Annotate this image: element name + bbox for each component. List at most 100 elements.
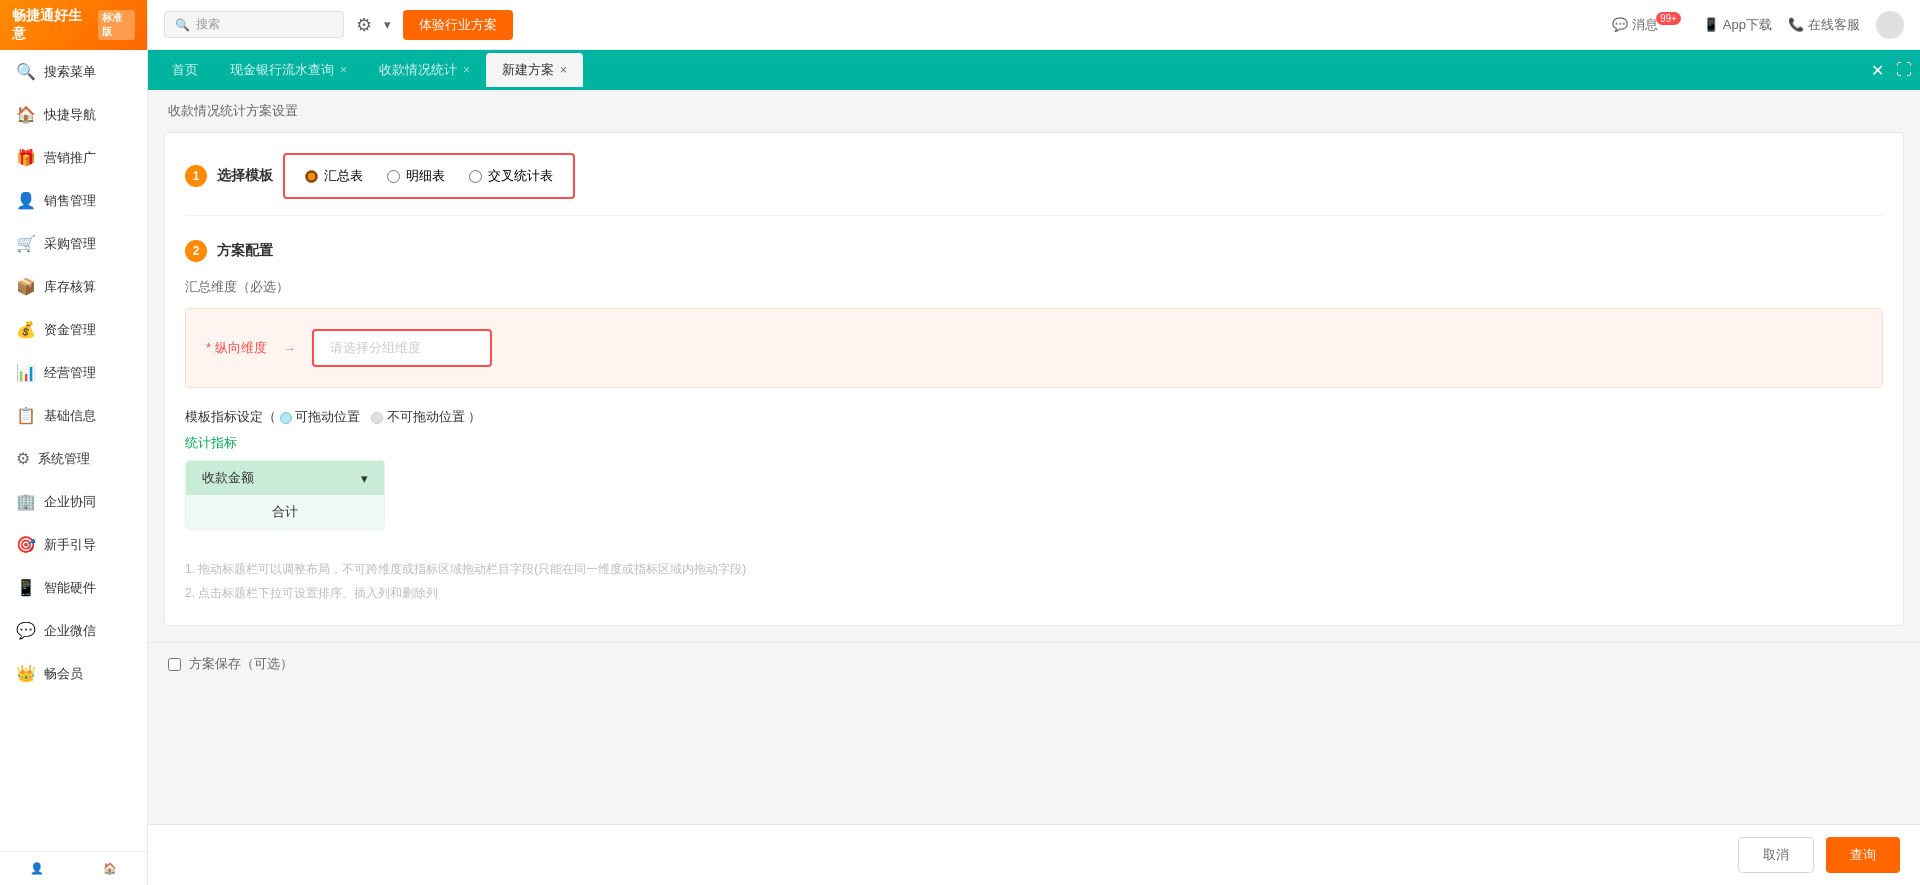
- dimension-row: * 纵向维度 → 请选择分组维度: [206, 329, 1862, 367]
- tab-bank-flow-label: 现金银行流水查询: [230, 61, 334, 79]
- section2-header: 2 方案配置: [185, 240, 1883, 262]
- tab-new-plan-label: 新建方案: [502, 61, 554, 79]
- save-label: 方案保存（可选）: [189, 655, 293, 673]
- sidebar-item-quick-nav[interactable]: 🏠 快捷导航: [0, 93, 147, 136]
- sidebar-item-wechat[interactable]: 💬 企业微信: [0, 609, 147, 652]
- sidebar-item-marketing[interactable]: 🎁 营销推广: [0, 136, 147, 179]
- radio-cross[interactable]: 交叉统计表: [469, 167, 553, 185]
- content-body: 1 选择模板 汇总表 明细表 交叉统计表: [164, 132, 1904, 626]
- sidebar-item-label: 快捷导航: [44, 106, 96, 124]
- gift-icon: 🎁: [16, 148, 36, 167]
- save-checkbox[interactable]: [168, 658, 181, 671]
- phone-icon: 📱: [16, 578, 36, 597]
- sidebar-item-guide[interactable]: 🎯 新手引导: [0, 523, 147, 566]
- radio-cross-input[interactable]: [469, 170, 482, 183]
- gear-icon: ⚙: [16, 449, 30, 468]
- service-icon: 📞: [1788, 17, 1804, 32]
- template-selector: 汇总表 明细表 交叉统计表: [283, 153, 575, 199]
- tab-home-label: 首页: [172, 61, 198, 79]
- radio-cross-label: 交叉统计表: [488, 167, 553, 185]
- expand-icon[interactable]: ⛶: [1896, 61, 1912, 80]
- user-icon: 👤: [16, 191, 36, 210]
- sidebar-item-operations[interactable]: 📊 经营管理: [0, 351, 147, 394]
- sidebar-item-label: 畅会员: [44, 665, 83, 683]
- settings-icon[interactable]: ⚙: [356, 14, 372, 36]
- radio-summary-input[interactable]: [305, 170, 318, 183]
- sidebar-item-label: 系统管理: [38, 450, 90, 468]
- page-content: 收款情况统计方案设置 1 选择模板 汇总表 明细表: [148, 90, 1920, 824]
- online-service-btn[interactable]: 📞 在线客服: [1788, 16, 1860, 34]
- app-download-btn[interactable]: 📱 App下载: [1703, 16, 1772, 34]
- home-icon: 🏠: [16, 105, 36, 124]
- tip1-text: 1. 拖动标题栏可以调整布局，不可跨维度或指标区域拖动栏目字段(只能在同一维度或…: [185, 557, 746, 581]
- sidebar-bottom-home[interactable]: 🏠: [103, 862, 117, 875]
- radio-summary[interactable]: 汇总表: [305, 167, 363, 185]
- header-right: 💬 消息 99+ 📱 App下载 📞 在线客服: [1612, 11, 1904, 39]
- tips-section: 1. 拖动标题栏可以调整布局，不可跨维度或指标区域拖动栏目字段(只能在同一维度或…: [185, 557, 1883, 605]
- radio-detail-input[interactable]: [387, 170, 400, 183]
- sidebar: 畅捷通好生意 标准版 🔍 搜索菜单 🏠 快捷导航 🎁 营销推广 👤 销售管理 🛒…: [0, 0, 148, 885]
- section2-number: 2: [185, 240, 207, 262]
- sidebar-item-search-menu[interactable]: 🔍 搜索菜单: [0, 50, 147, 93]
- tab-receipt-stats[interactable]: 收款情况统计 ×: [363, 53, 486, 87]
- app-name: 畅捷通好生意: [12, 7, 94, 43]
- column-header-label: 收款金额: [202, 469, 254, 487]
- tab-receipt-stats-close[interactable]: ×: [463, 63, 470, 77]
- user-profile[interactable]: [1876, 11, 1904, 39]
- tab-new-plan-close[interactable]: ×: [560, 63, 567, 77]
- close-window-icon[interactable]: ✕: [1871, 61, 1884, 80]
- sidebar-item-purchase[interactable]: 🛒 采购管理: [0, 222, 147, 265]
- sidebar-item-label: 经营管理: [44, 364, 96, 382]
- sidebar-item-system[interactable]: ⚙ 系统管理: [0, 437, 147, 480]
- sidebar-item-member[interactable]: 👑 畅会员: [0, 652, 147, 695]
- header-left: 🔍 搜索 ⚙ ▾ 体验行业方案: [164, 10, 513, 40]
- breadcrumb: 收款情况统计方案设置: [148, 90, 1920, 132]
- bottom-bar: 取消 查询: [148, 824, 1920, 885]
- sidebar-bottom-user[interactable]: 👤: [30, 862, 44, 875]
- crown-icon: 👑: [16, 664, 36, 683]
- app-download-label: App下载: [1723, 16, 1772, 34]
- tab-bank-flow[interactable]: 现金银行流水查询 ×: [214, 53, 363, 87]
- cart-icon: 🛒: [16, 234, 36, 253]
- sidebar-item-label: 销售管理: [44, 192, 96, 210]
- tab-bank-flow-close[interactable]: ×: [340, 63, 347, 77]
- sidebar-item-label: 智能硬件: [44, 579, 96, 597]
- main-container: 🔍 搜索 ⚙ ▾ 体验行业方案 💬 消息 99+ 📱 App下载 📞 在线客服: [148, 0, 1920, 885]
- chat-icon: 💬: [16, 621, 36, 640]
- notification-badge: 99+: [1656, 12, 1681, 25]
- tab-new-plan[interactable]: 新建方案 ×: [486, 53, 583, 87]
- sidebar-item-label: 新手引导: [44, 536, 96, 554]
- sidebar-item-label: 企业协同: [44, 493, 96, 511]
- dimension-selector[interactable]: 请选择分组维度: [312, 329, 492, 367]
- notification-btn[interactable]: 💬 消息 99+: [1612, 16, 1687, 34]
- breadcrumb-text: 收款情况统计方案设置: [168, 103, 298, 118]
- metrics-table: 收款金额 ▾ 合计: [185, 460, 385, 530]
- sidebar-item-finance[interactable]: 💰 资金管理: [0, 308, 147, 351]
- sidebar-bottom: 👤 🏠: [0, 851, 147, 885]
- sidebar-item-hardware[interactable]: 📱 智能硬件: [0, 566, 147, 609]
- sidebar-item-sales[interactable]: 👤 销售管理: [0, 179, 147, 222]
- box-icon: 📦: [16, 277, 36, 296]
- tip1: 1. 拖动标题栏可以调整布局，不可跨维度或指标区域拖动栏目字段(只能在同一维度或…: [185, 557, 1883, 581]
- tip2-text: 2. 点击标题栏下拉可设置排序、插入列和删除列: [185, 581, 438, 605]
- industry-btn[interactable]: 体验行业方案: [403, 10, 513, 40]
- header: 🔍 搜索 ⚙ ▾ 体验行业方案 💬 消息 99+ 📱 App下载 📞 在线客服: [148, 0, 1920, 50]
- radio-detail[interactable]: 明细表: [387, 167, 445, 185]
- tabs-bar: 首页 现金银行流水查询 × 收款情况统计 × 新建方案 × ✕ ⛶: [148, 50, 1920, 90]
- chevron-down-icon[interactable]: ▾: [384, 17, 391, 32]
- money-icon: 💰: [16, 320, 36, 339]
- cancel-button[interactable]: 取消: [1738, 837, 1814, 873]
- tab-home[interactable]: 首页: [156, 53, 214, 87]
- sidebar-item-inventory[interactable]: 📦 库存核算: [0, 265, 147, 308]
- legend-draggable-dot: [280, 412, 292, 424]
- dropdown-icon[interactable]: ▾: [361, 471, 368, 486]
- search-menu-icon: 🔍: [16, 62, 36, 81]
- query-button[interactable]: 查询: [1826, 837, 1900, 873]
- sidebar-item-label: 采购管理: [44, 235, 96, 253]
- save-option[interactable]: 方案保存（可选）: [168, 655, 1900, 673]
- section-divider: [185, 215, 1883, 216]
- sidebar-item-enterprise[interactable]: 🏢 企业协同: [0, 480, 147, 523]
- search-bar[interactable]: 🔍 搜索: [164, 11, 344, 38]
- sidebar-item-basic-info[interactable]: 📋 基础信息: [0, 394, 147, 437]
- sidebar-item-label: 库存核算: [44, 278, 96, 296]
